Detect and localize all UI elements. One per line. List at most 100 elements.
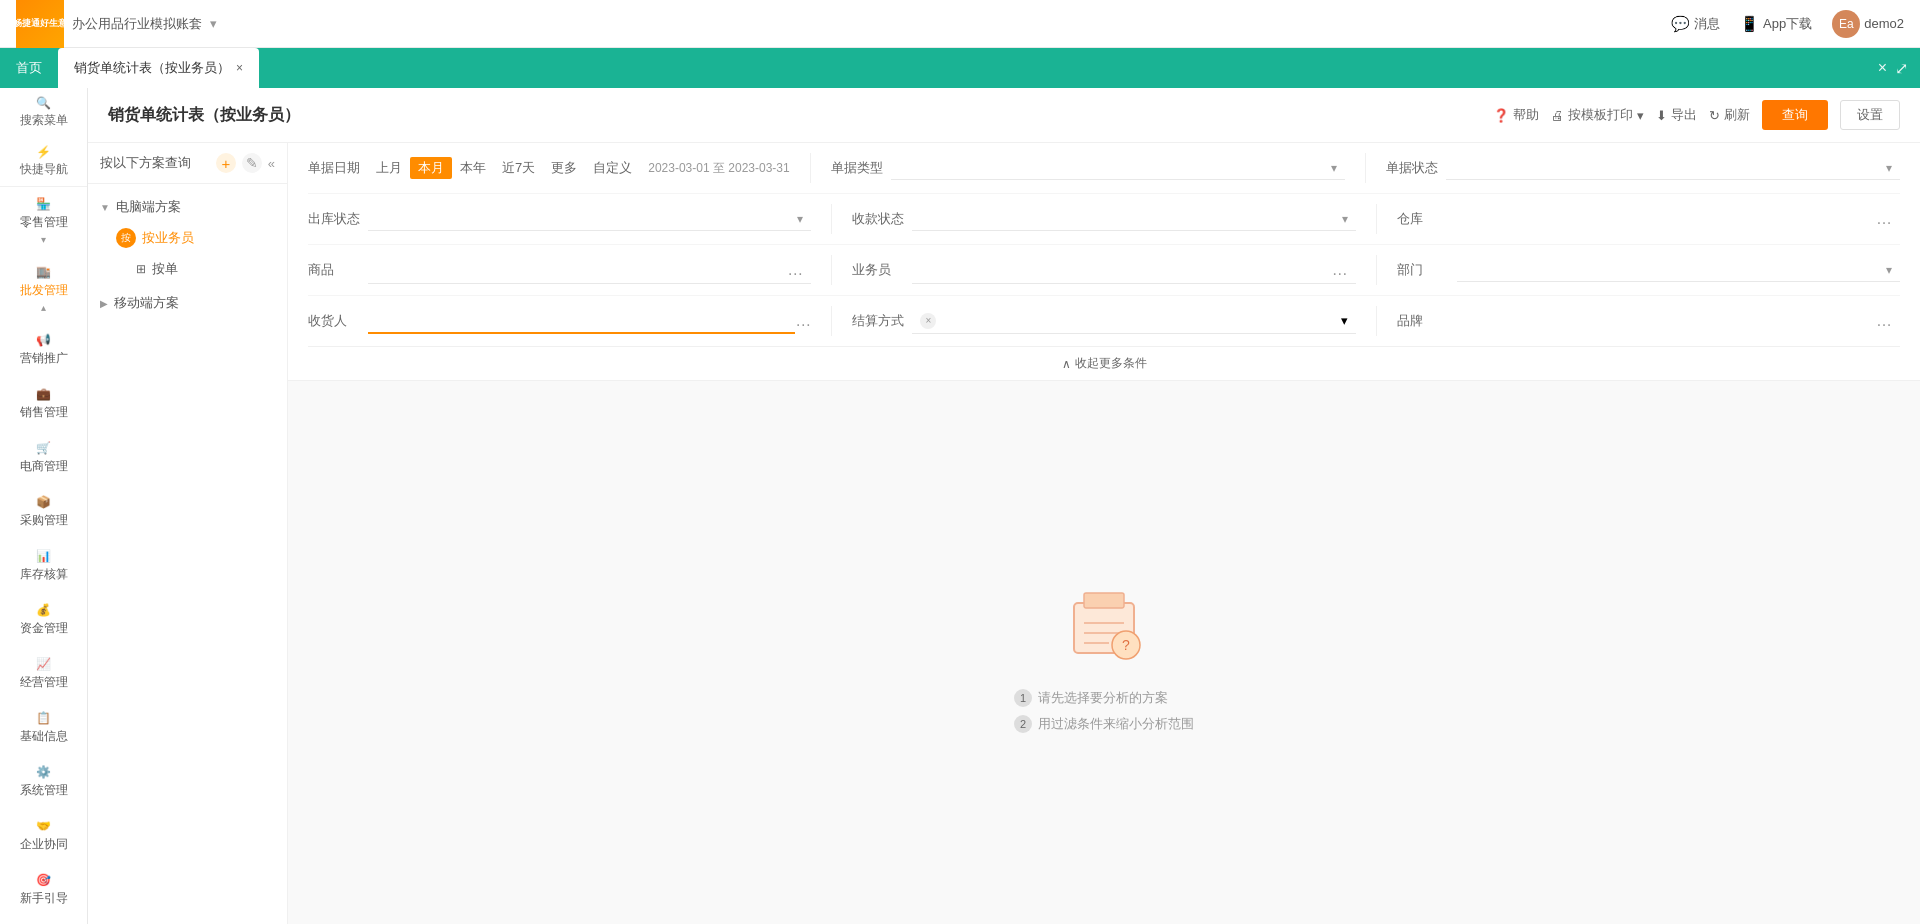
- tab-home[interactable]: 首页: [0, 48, 58, 88]
- settings-btn[interactable]: 设置: [1840, 100, 1900, 130]
- sidebar-item-inventory[interactable]: 📊 库存核算: [0, 539, 87, 593]
- date-last-month[interactable]: 上月: [368, 157, 410, 179]
- sidebar-item-basic[interactable]: 📋 基础信息: [0, 701, 87, 755]
- filter-row-4: 收货人 … 结算方式 × ▾: [308, 296, 1900, 346]
- filter-outbound: 出库状态 ▾: [308, 208, 811, 231]
- settlement-clear-btn[interactable]: ×: [920, 313, 936, 329]
- page-title: 销货单统计表（按业务员）: [108, 105, 300, 126]
- tab-sales-stat[interactable]: 销货单统计表（按业务员） ×: [58, 48, 259, 88]
- filter-panel: 单据日期 上月 本月 本年 近7天 更多 自定义 2023-03-01 至 20…: [288, 143, 1920, 381]
- sidebar-item-sales[interactable]: 💼 销售管理: [0, 377, 87, 431]
- purchase-icon: 📦: [36, 495, 51, 509]
- empty-illustration: ?: [1054, 573, 1154, 673]
- sidebar-item-ecom[interactable]: 🛒 电商管理: [0, 431, 87, 485]
- collapse-bar[interactable]: ∧ 收起更多条件: [308, 346, 1900, 380]
- dept-arrow: ▾: [1886, 263, 1892, 277]
- body-area: 按以下方案查询 + ✎ « ▼ 电脑端方案 按: [88, 143, 1920, 924]
- divider-4: [1376, 204, 1377, 234]
- window-max-btn[interactable]: ⤢: [1895, 59, 1908, 78]
- filter-payment: 收款状态 ▾: [852, 208, 1355, 231]
- message-btn[interactable]: 💬 消息: [1671, 15, 1720, 33]
- help-btn[interactable]: ❓ 帮助: [1493, 106, 1539, 124]
- export-btn[interactable]: ⬇ 导出: [1656, 106, 1697, 124]
- date-more[interactable]: 更多: [543, 157, 585, 179]
- filter-row-1: 单据日期 上月 本月 本年 近7天 更多 自定义 2023-03-01 至 20…: [308, 143, 1900, 194]
- date-7days[interactable]: 近7天: [494, 157, 543, 179]
- brand-dots[interactable]: …: [1876, 312, 1892, 330]
- filter-receiver: 收货人 …: [308, 309, 811, 334]
- tab-close-btn[interactable]: ×: [236, 61, 243, 75]
- tree-child-salesman[interactable]: 按 按业务员: [88, 222, 287, 254]
- goods-input[interactable]: …: [368, 257, 811, 284]
- print-btn[interactable]: 🖨 按模板打印 ▾: [1551, 106, 1644, 124]
- goods-dots[interactable]: …: [787, 261, 803, 279]
- sidebar-item-appcenter[interactable]: 🔲 应用中心: [0, 917, 87, 924]
- order-scheme-icon: ⊞: [136, 262, 146, 276]
- content-area: 销货单统计表（按业务员） ❓ 帮助 🖨 按模板打印 ▾ ⬇ 导出 ↻ 刷新: [88, 88, 1920, 924]
- marketing-icon: 📢: [36, 333, 51, 347]
- salesman-input[interactable]: …: [912, 257, 1355, 284]
- filter-dept: 部门 ▾: [1397, 259, 1900, 282]
- date-range: 2023-03-01 至 2023-03-31: [648, 160, 789, 177]
- sidebar-item-marketing[interactable]: 📢 营销推广: [0, 323, 87, 377]
- date-this-year[interactable]: 本年: [452, 157, 494, 179]
- finance-icon: 💰: [36, 603, 51, 617]
- app-title: 办公用品行业模拟账套: [72, 15, 202, 33]
- sidebar-item-purchase[interactable]: 📦 采购管理: [0, 485, 87, 539]
- divider-8: [1376, 306, 1377, 336]
- filter-doc-status: 单据状态 ▾: [1386, 157, 1900, 180]
- brand-input[interactable]: …: [1457, 308, 1900, 335]
- sidebar-nav[interactable]: ⚡ 快捷导航: [0, 137, 87, 187]
- collapse-panel-btn[interactable]: «: [268, 156, 275, 171]
- right-content: 单据日期 上月 本月 本年 近7天 更多 自定义 2023-03-01 至 20…: [288, 143, 1920, 924]
- sidebar-item-ops[interactable]: 📈 经营管理: [0, 647, 87, 701]
- doc-status-select[interactable]: ▾: [1446, 157, 1900, 180]
- sidebar-search[interactable]: 🔍 搜索菜单: [0, 88, 87, 137]
- add-scheme-btn[interactable]: +: [216, 153, 236, 173]
- dept-select[interactable]: ▾: [1457, 259, 1900, 282]
- date-custom[interactable]: 自定义: [585, 157, 640, 179]
- date-label: 单据日期: [308, 159, 368, 177]
- warehouse-label: 仓库: [1397, 210, 1457, 228]
- settlement-input[interactable]: × ▾: [912, 309, 1355, 334]
- receiver-input[interactable]: [368, 309, 795, 334]
- collapse-icon: ∧: [1062, 357, 1071, 371]
- doc-type-arrow: ▾: [1331, 161, 1337, 175]
- query-btn[interactable]: 查询: [1762, 100, 1828, 130]
- enterprise-icon: 🤝: [36, 819, 51, 833]
- salesman-dots[interactable]: …: [1332, 261, 1348, 279]
- payment-select[interactable]: ▾: [912, 208, 1355, 231]
- receiver-dots[interactable]: …: [795, 312, 811, 330]
- filter-settlement: 结算方式 × ▾: [852, 309, 1355, 334]
- doc-type-select[interactable]: ▾: [891, 157, 1345, 180]
- tree-grandchild-order[interactable]: ⊞ 按单: [88, 254, 287, 284]
- empty-tip-2: 2 用过滤条件来缩小分析范围: [1014, 715, 1194, 733]
- salesman-label: 业务员: [852, 261, 912, 279]
- sidebar-item-system[interactable]: ⚙️ 系统管理: [0, 755, 87, 809]
- window-close-btn[interactable]: ×: [1878, 59, 1887, 77]
- outbound-arrow: ▾: [797, 212, 803, 226]
- divider-3: [831, 204, 832, 234]
- sidebar-item-newuser[interactable]: 🎯 新手引导: [0, 863, 87, 917]
- sidebar-item-finance[interactable]: 💰 资金管理: [0, 593, 87, 647]
- title-dropdown[interactable]: ▾: [210, 16, 217, 31]
- download-icon: 📱: [1740, 15, 1759, 33]
- filter-warehouse: 仓库 …: [1397, 206, 1900, 233]
- tree-arrow-pc: ▼: [100, 202, 110, 213]
- outbound-select[interactable]: ▾: [368, 208, 811, 231]
- sidebar-item-wholesale[interactable]: 🏬 批发管理 ▴: [0, 255, 87, 323]
- warehouse-dots[interactable]: …: [1876, 210, 1892, 228]
- svg-text:?: ?: [1122, 637, 1130, 653]
- date-this-month[interactable]: 本月: [410, 157, 452, 179]
- refresh-btn[interactable]: ↻ 刷新: [1709, 106, 1750, 124]
- edit-scheme-btn[interactable]: ✎: [242, 153, 262, 173]
- sidebar-item-enterprise[interactable]: 🤝 企业协同: [0, 809, 87, 863]
- sidebar-item-retail[interactable]: 🏪 零售管理 ▾: [0, 187, 87, 255]
- user-menu[interactable]: Ea demo2: [1832, 10, 1904, 38]
- tree-parent-pc[interactable]: ▼ 电脑端方案: [88, 192, 287, 222]
- brand-label: 品牌: [1397, 312, 1457, 330]
- warehouse-input[interactable]: …: [1457, 206, 1900, 233]
- avatar: Ea: [1832, 10, 1860, 38]
- tree-parent-mobile[interactable]: ▶ 移动端方案: [88, 288, 287, 318]
- app-download-btn[interactable]: 📱 App下载: [1740, 15, 1812, 33]
